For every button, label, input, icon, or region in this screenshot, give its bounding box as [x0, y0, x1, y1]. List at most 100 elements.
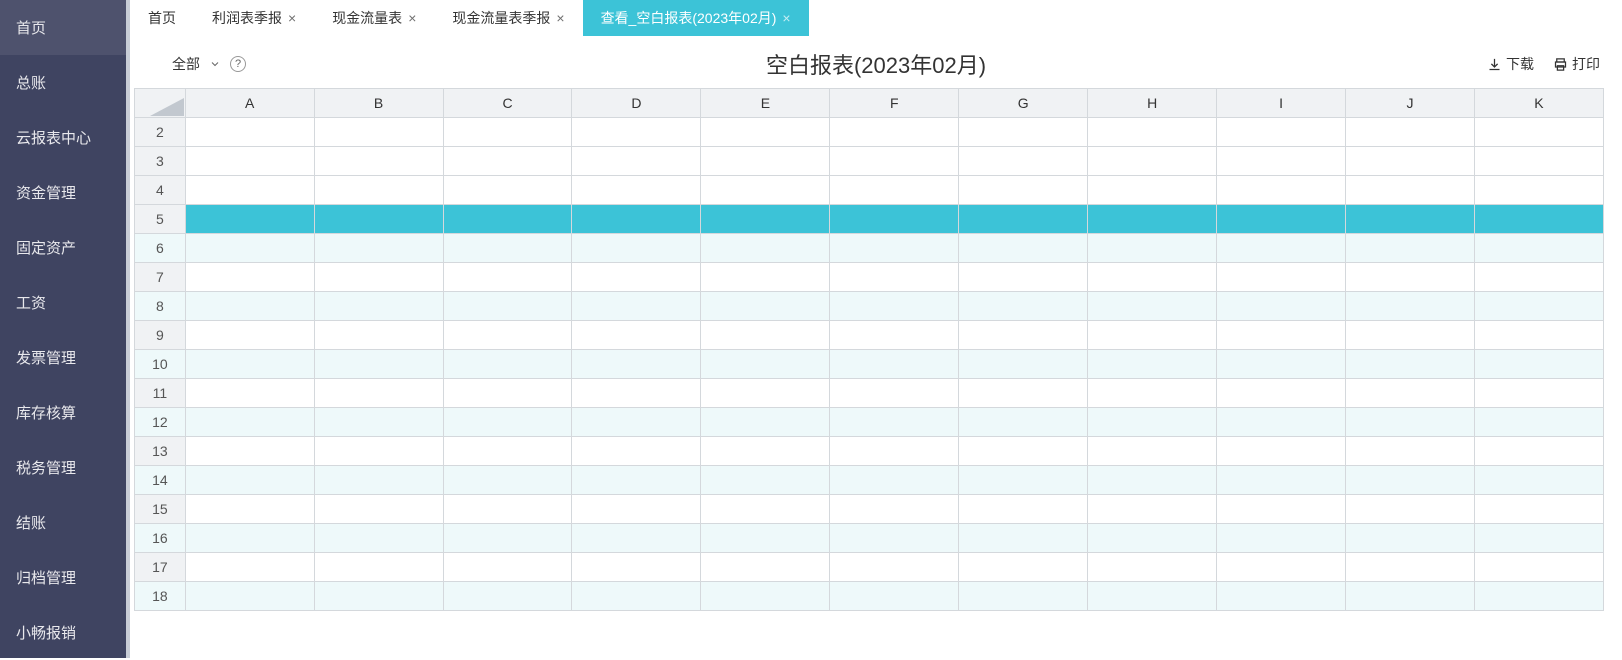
cell-K14[interactable] [1474, 466, 1603, 495]
sidebar-item-9[interactable]: 结账 [0, 495, 126, 550]
cell-K10[interactable] [1474, 350, 1603, 379]
cell-D13[interactable] [572, 437, 701, 466]
cell-I10[interactable] [1217, 350, 1346, 379]
cell-H2[interactable] [1088, 118, 1217, 147]
cell-H9[interactable] [1088, 321, 1217, 350]
cell-C15[interactable] [443, 495, 572, 524]
cell-G17[interactable] [959, 553, 1088, 582]
cell-G14[interactable] [959, 466, 1088, 495]
cell-A3[interactable] [185, 147, 314, 176]
column-header-E[interactable]: E [701, 89, 830, 118]
column-header-K[interactable]: K [1474, 89, 1603, 118]
cell-F13[interactable] [830, 437, 959, 466]
cell-I11[interactable] [1217, 379, 1346, 408]
row-header-11[interactable]: 11 [135, 379, 186, 408]
cell-A7[interactable] [185, 263, 314, 292]
tab-2[interactable]: 现金流量表× [314, 0, 434, 36]
cell-G2[interactable] [959, 118, 1088, 147]
row-header-3[interactable]: 3 [135, 147, 186, 176]
cell-J17[interactable] [1346, 553, 1475, 582]
cell-E16[interactable] [701, 524, 830, 553]
cell-B6[interactable] [314, 234, 443, 263]
cell-K16[interactable] [1474, 524, 1603, 553]
cell-J16[interactable] [1346, 524, 1475, 553]
cell-B14[interactable] [314, 466, 443, 495]
cell-F2[interactable] [830, 118, 959, 147]
cell-K6[interactable] [1474, 234, 1603, 263]
help-icon[interactable]: ? [230, 56, 246, 72]
cell-F7[interactable] [830, 263, 959, 292]
cell-J10[interactable] [1346, 350, 1475, 379]
cell-J12[interactable] [1346, 408, 1475, 437]
cell-C3[interactable] [443, 147, 572, 176]
sidebar-item-6[interactable]: 发票管理 [0, 330, 126, 385]
cell-B3[interactable] [314, 147, 443, 176]
cell-A11[interactable] [185, 379, 314, 408]
cell-B7[interactable] [314, 263, 443, 292]
column-header-J[interactable]: J [1346, 89, 1475, 118]
cell-G11[interactable] [959, 379, 1088, 408]
cell-F14[interactable] [830, 466, 959, 495]
cell-K9[interactable] [1474, 321, 1603, 350]
cell-J2[interactable] [1346, 118, 1475, 147]
cell-C14[interactable] [443, 466, 572, 495]
close-icon[interactable]: × [408, 10, 416, 26]
cell-K17[interactable] [1474, 553, 1603, 582]
cell-J7[interactable] [1346, 263, 1475, 292]
cell-K4[interactable] [1474, 176, 1603, 205]
cell-I16[interactable] [1217, 524, 1346, 553]
cell-C16[interactable] [443, 524, 572, 553]
cell-A17[interactable] [185, 553, 314, 582]
cell-H13[interactable] [1088, 437, 1217, 466]
spreadsheet[interactable]: ABCDEFGHIJK 23456789101112131415161718 [130, 88, 1622, 658]
column-header-I[interactable]: I [1217, 89, 1346, 118]
row-header-9[interactable]: 9 [135, 321, 186, 350]
cell-D3[interactable] [572, 147, 701, 176]
row-header-6[interactable]: 6 [135, 234, 186, 263]
cell-E13[interactable] [701, 437, 830, 466]
cell-G6[interactable] [959, 234, 1088, 263]
cell-B8[interactable] [314, 292, 443, 321]
cell-I3[interactable] [1217, 147, 1346, 176]
sheet-corner[interactable] [135, 89, 186, 118]
row-header-2[interactable]: 2 [135, 118, 186, 147]
row-header-7[interactable]: 7 [135, 263, 186, 292]
cell-F8[interactable] [830, 292, 959, 321]
cell-C10[interactable] [443, 350, 572, 379]
cell-H6[interactable] [1088, 234, 1217, 263]
cell-A2[interactable] [185, 118, 314, 147]
cell-F5[interactable] [830, 205, 959, 234]
row-header-17[interactable]: 17 [135, 553, 186, 582]
cell-D18[interactable] [572, 582, 701, 611]
cell-E9[interactable] [701, 321, 830, 350]
cell-E7[interactable] [701, 263, 830, 292]
cell-B9[interactable] [314, 321, 443, 350]
cell-C9[interactable] [443, 321, 572, 350]
cell-K2[interactable] [1474, 118, 1603, 147]
cell-E15[interactable] [701, 495, 830, 524]
cell-F18[interactable] [830, 582, 959, 611]
cell-E14[interactable] [701, 466, 830, 495]
cell-I8[interactable] [1217, 292, 1346, 321]
cell-D16[interactable] [572, 524, 701, 553]
row-header-13[interactable]: 13 [135, 437, 186, 466]
tab-4[interactable]: 查看_空白报表(2023年02月)× [583, 0, 809, 36]
cell-E12[interactable] [701, 408, 830, 437]
cell-H17[interactable] [1088, 553, 1217, 582]
cell-C6[interactable] [443, 234, 572, 263]
column-header-C[interactable]: C [443, 89, 572, 118]
cell-G3[interactable] [959, 147, 1088, 176]
cell-D4[interactable] [572, 176, 701, 205]
cell-F10[interactable] [830, 350, 959, 379]
row-header-16[interactable]: 16 [135, 524, 186, 553]
tab-0[interactable]: 首页 [130, 0, 194, 36]
cell-F9[interactable] [830, 321, 959, 350]
cell-I9[interactable] [1217, 321, 1346, 350]
cell-I4[interactable] [1217, 176, 1346, 205]
cell-F4[interactable] [830, 176, 959, 205]
cell-H11[interactable] [1088, 379, 1217, 408]
cell-B5[interactable] [314, 205, 443, 234]
cell-J14[interactable] [1346, 466, 1475, 495]
cell-G5[interactable] [959, 205, 1088, 234]
cell-K5[interactable] [1474, 205, 1603, 234]
